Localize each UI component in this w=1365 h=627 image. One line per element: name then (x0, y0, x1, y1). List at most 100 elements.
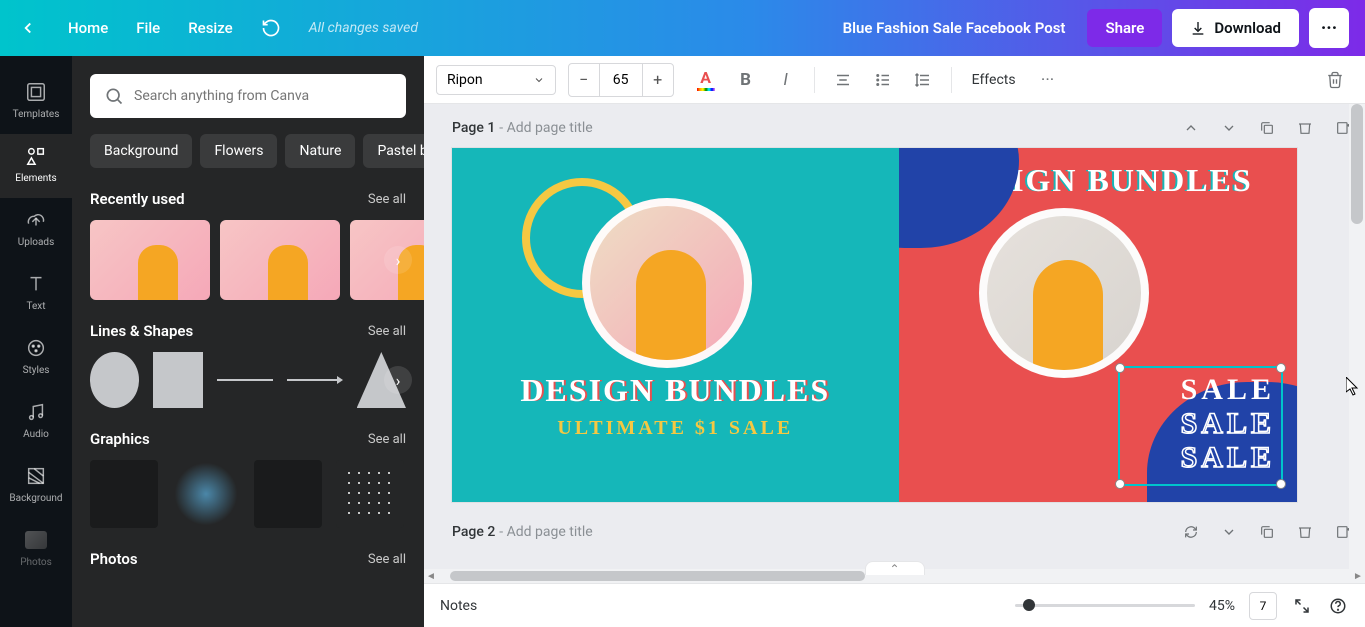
horizontal-scrollbar[interactable]: ◄ ► ⌃ (424, 569, 1365, 583)
spacing-button[interactable] (905, 62, 941, 98)
font-size-increase[interactable]: + (643, 64, 673, 96)
recent-thumb[interactable] (220, 220, 340, 300)
delete-button[interactable] (1317, 62, 1353, 98)
photos-title: Photos (90, 550, 138, 568)
chip-nature[interactable]: Nature (285, 134, 355, 168)
font-size-decrease[interactable]: − (569, 64, 599, 96)
rail-background-label: Background (9, 493, 62, 504)
more-menu-button[interactable]: ··· (1309, 8, 1349, 48)
design-panel-left[interactable]: DESIGN BUNDLES ULTIMATE $1 SALE (452, 148, 899, 502)
shape-circle[interactable] (90, 352, 139, 408)
graphic-thumb[interactable] (254, 460, 322, 528)
recent-see-all[interactable]: See all (368, 192, 406, 207)
rail-background[interactable]: Background (0, 454, 72, 518)
photo-element[interactable] (979, 208, 1149, 378)
zoom-slider[interactable] (1015, 604, 1195, 607)
delete-page-icon[interactable] (1295, 118, 1315, 138)
page-up-icon[interactable] (1181, 118, 1201, 138)
document-title[interactable]: Blue Fashion Sale Facebook Post (843, 19, 1066, 37)
download-label: Download (1214, 19, 1281, 37)
font-size-input[interactable] (599, 64, 643, 96)
search-input[interactable] (134, 88, 392, 104)
page-title-input[interactable]: - Add page title (499, 120, 592, 136)
notes-button[interactable]: Notes (440, 598, 477, 614)
page-title-input[interactable]: - Add page title (499, 524, 592, 540)
rail-templates-label: Templates (13, 109, 60, 120)
photos-icon (24, 528, 48, 552)
duplicate-page-icon[interactable] (1257, 118, 1277, 138)
font-name: Ripon (447, 72, 483, 88)
shape-square[interactable] (153, 352, 202, 408)
home-menu[interactable]: Home (68, 19, 108, 37)
undo-icon[interactable] (261, 18, 281, 38)
resize-handle[interactable] (1115, 363, 1125, 373)
scroll-left-icon[interactable]: ◄ (424, 571, 438, 582)
page-down-icon[interactable] (1219, 522, 1239, 542)
back-arrow-icon[interactable] (16, 16, 40, 40)
font-selector[interactable]: Ripon (436, 65, 556, 95)
scrollbar-thumb[interactable] (1351, 104, 1363, 224)
canvas-page[interactable]: DESIGN BUNDLES ULTIMATE $1 SALE DESIGN B… (452, 148, 1297, 502)
bottom-drawer-handle[interactable]: ⌃ (865, 561, 925, 575)
chip-pastel[interactable]: Pastel b (363, 134, 424, 168)
resize-handle[interactable] (1276, 479, 1286, 489)
recent-next-icon[interactable]: › (384, 246, 412, 274)
chip-background[interactable]: Background (90, 134, 192, 168)
graphic-thumb[interactable] (90, 460, 158, 528)
rail-uploads[interactable]: Uploads (0, 198, 72, 262)
search-icon (104, 86, 124, 106)
download-button[interactable]: Download (1172, 9, 1299, 47)
resize-handle[interactable] (1115, 479, 1125, 489)
headline-text[interactable]: DESIGN BUNDLES (476, 372, 875, 409)
align-button[interactable] (825, 62, 861, 98)
help-icon[interactable] (1327, 595, 1349, 617)
file-menu[interactable]: File (136, 19, 160, 37)
rail-templates[interactable]: Templates (0, 70, 72, 134)
page-down-icon[interactable] (1219, 118, 1239, 138)
shape-line[interactable] (217, 352, 273, 408)
background-icon (24, 464, 48, 488)
photos-see-all[interactable]: See all (368, 552, 406, 567)
scrollbar-thumb[interactable] (450, 571, 865, 581)
rail-text[interactable]: Text (0, 262, 72, 326)
fullscreen-icon[interactable] (1291, 595, 1313, 617)
resize-handle[interactable] (1276, 363, 1286, 373)
rail-uploads-label: Uploads (18, 237, 54, 248)
delete-page-icon[interactable] (1295, 522, 1315, 542)
duplicate-page-icon[interactable] (1257, 522, 1277, 542)
resize-menu[interactable]: Resize (188, 19, 232, 37)
list-button[interactable] (865, 62, 901, 98)
zoom-value[interactable]: 45% (1209, 598, 1235, 614)
photo-element[interactable] (582, 198, 752, 368)
shape-arrow[interactable] (287, 352, 343, 408)
lines-see-all[interactable]: See all (368, 324, 406, 339)
recent-thumb[interactable] (90, 220, 210, 300)
more-toolbar-button[interactable]: ··· (1030, 62, 1066, 98)
search-box[interactable] (90, 74, 406, 118)
vertical-scrollbar[interactable] (1349, 104, 1365, 569)
zoom-slider-thumb[interactable] (1023, 599, 1035, 611)
rail-elements[interactable]: Elements (0, 134, 72, 198)
rail-audio-label: Audio (23, 429, 49, 440)
rail-photos[interactable]: Photos (0, 518, 72, 582)
sync-page-icon[interactable] (1181, 522, 1201, 542)
rail-text-label: Text (26, 301, 45, 312)
shapes-next-icon[interactable]: › (384, 366, 412, 394)
graphic-thumb[interactable] (336, 460, 404, 528)
subline-text[interactable]: ULTIMATE $1 SALE (476, 417, 875, 440)
rail-styles[interactable]: Styles (0, 326, 72, 390)
graphic-thumb[interactable] (172, 460, 240, 528)
scroll-right-icon[interactable]: ► (1351, 571, 1365, 582)
selection-box[interactable] (1118, 366, 1283, 486)
effects-button[interactable]: Effects (962, 66, 1026, 94)
graphics-see-all[interactable]: See all (368, 432, 406, 447)
italic-button[interactable]: I (768, 62, 804, 98)
pages-count-button[interactable]: 7 (1249, 592, 1277, 620)
share-button[interactable]: Share (1087, 9, 1162, 47)
rail-audio[interactable]: Audio (0, 390, 72, 454)
rail-photos-label: Photos (20, 557, 52, 568)
bold-button[interactable]: B (728, 62, 764, 98)
text-color-button[interactable]: A (688, 62, 724, 98)
design-panel-right[interactable]: DESIGN BUNDLES SALE SALE SALE (899, 148, 1298, 502)
chip-flowers[interactable]: Flowers (200, 134, 277, 168)
